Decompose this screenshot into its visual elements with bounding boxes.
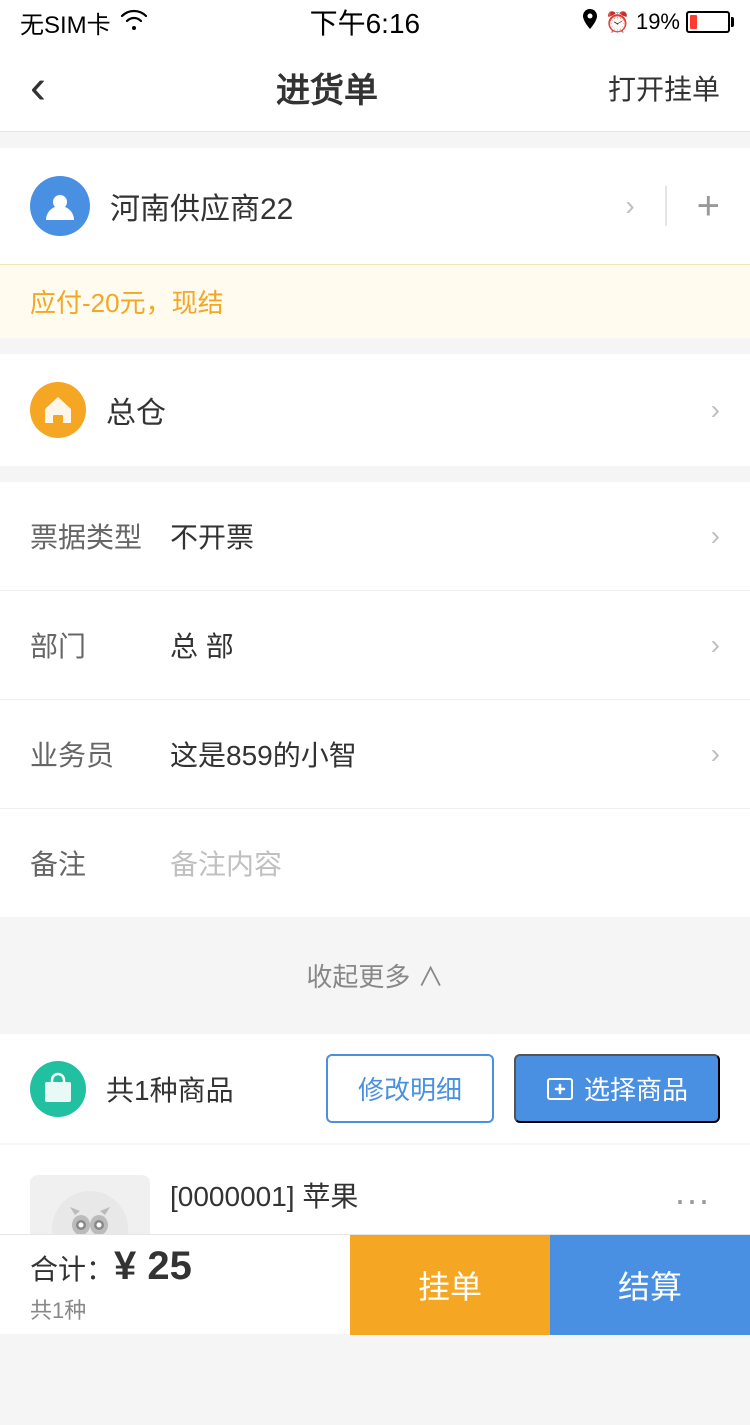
department-label: 部门	[30, 625, 150, 665]
invoice-label: 票据类型	[30, 516, 150, 556]
supplier-divider	[665, 186, 667, 226]
product-title: 苹果	[302, 1181, 358, 1212]
products-icon	[30, 1061, 86, 1117]
products-header: 共1种商品 修改明细 选择商品	[0, 1034, 750, 1143]
remark-row[interactable]: 备注 备注内容	[0, 809, 750, 917]
wifi-icon	[119, 8, 149, 37]
status-bar-right: ⏰ 19%	[581, 8, 730, 36]
status-bar-time: 下午6:16	[310, 2, 421, 42]
supplier-alert: 应付-20元，现结	[0, 264, 750, 338]
battery-icon	[686, 11, 730, 33]
supplier-arrow-icon: ›	[625, 190, 634, 222]
warehouse-name: 总仓	[106, 388, 711, 432]
product-more-button[interactable]: ···	[664, 1175, 720, 1225]
invoice-arrow-icon: ›	[711, 520, 720, 552]
salesman-arrow-icon: ›	[711, 738, 720, 770]
form-section: 票据类型 不开票 › 部门 总 部 › 业务员 这是859的小智 › 备注 备注…	[0, 482, 750, 917]
product-code: [0000001]	[170, 1181, 302, 1212]
collapse-button[interactable]: 收起更多 ∧	[0, 933, 750, 1018]
supplier-row[interactable]: 河南供应商22 › +	[0, 148, 750, 264]
department-row[interactable]: 部门 总 部 ›	[0, 591, 750, 700]
total-section: 合计： ¥ 25 共1种	[0, 1244, 350, 1325]
status-bar-left: 无SIM卡	[20, 5, 149, 40]
alarm-icon: ⏰	[605, 10, 630, 35]
department-arrow-icon: ›	[711, 629, 720, 661]
total-label: 合计：	[30, 1248, 114, 1288]
total-count: 共1种	[30, 1293, 320, 1325]
product-name: [0000001] 苹果	[170, 1175, 644, 1215]
total-amount: ¥ 25	[114, 1244, 192, 1289]
location-icon	[581, 8, 599, 36]
warehouse-section: 总仓 ›	[0, 354, 750, 466]
warehouse-icon	[30, 382, 86, 438]
remark-placeholder: 备注内容	[150, 843, 720, 883]
invoice-value: 不开票	[150, 516, 711, 556]
modify-detail-button[interactable]: 修改明细	[326, 1054, 494, 1123]
supplier-name: 河南供应商22	[110, 184, 625, 228]
carrier-text: 无SIM卡	[20, 5, 111, 40]
hang-button[interactable]: 挂单	[350, 1235, 550, 1335]
page-title: 进货单	[276, 63, 378, 112]
battery-percent: 19%	[636, 9, 680, 35]
salesman-row[interactable]: 业务员 这是859的小智 ›	[0, 700, 750, 809]
supplier-section: 河南供应商22 › + 应付-20元，现结	[0, 148, 750, 338]
add-supplier-button[interactable]: +	[697, 184, 720, 229]
checkout-button[interactable]: 结算	[550, 1235, 750, 1335]
salesman-label: 业务员	[30, 734, 150, 774]
nav-bar: ‹ 进货单 打开挂单	[0, 44, 750, 132]
warehouse-arrow-icon: ›	[711, 394, 720, 426]
total-line: 合计： ¥ 25	[30, 1244, 320, 1289]
bottom-bar: 合计： ¥ 25 共1种 挂单 结算	[0, 1234, 750, 1334]
open-hang-button[interactable]: 打开挂单	[608, 68, 720, 108]
salesman-value: 这是859的小智	[150, 734, 711, 774]
remark-label: 备注	[30, 843, 150, 883]
supplier-avatar	[30, 176, 90, 236]
invoice-type-row[interactable]: 票据类型 不开票 ›	[0, 482, 750, 591]
select-product-label: 选择商品	[584, 1070, 688, 1107]
warehouse-row[interactable]: 总仓 ›	[0, 354, 750, 466]
products-count: 共1种商品	[106, 1069, 306, 1109]
select-product-button[interactable]: 选择商品	[514, 1054, 720, 1123]
back-button[interactable]: ‹	[30, 60, 46, 115]
department-value: 总 部	[150, 625, 711, 665]
status-bar: 无SIM卡 下午6:16 ⏰ 19%	[0, 0, 750, 44]
